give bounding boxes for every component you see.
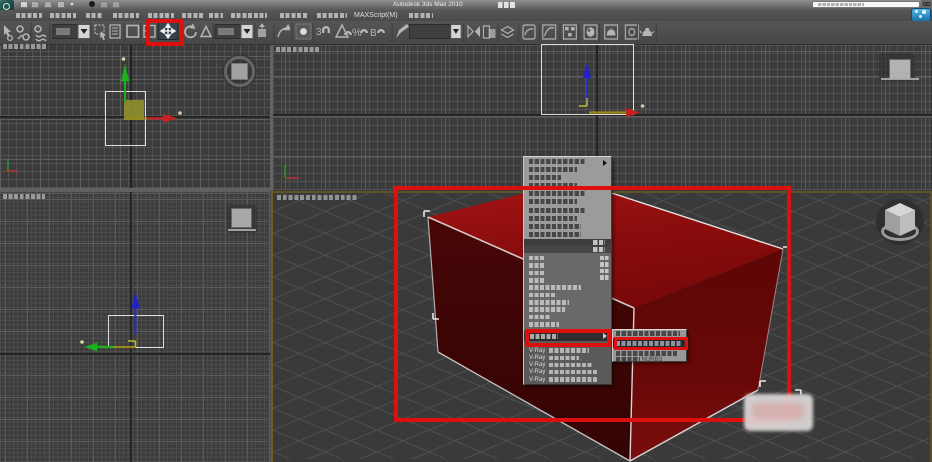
svg-text:B: B: [370, 28, 377, 39]
svg-text:3: 3: [316, 27, 322, 38]
